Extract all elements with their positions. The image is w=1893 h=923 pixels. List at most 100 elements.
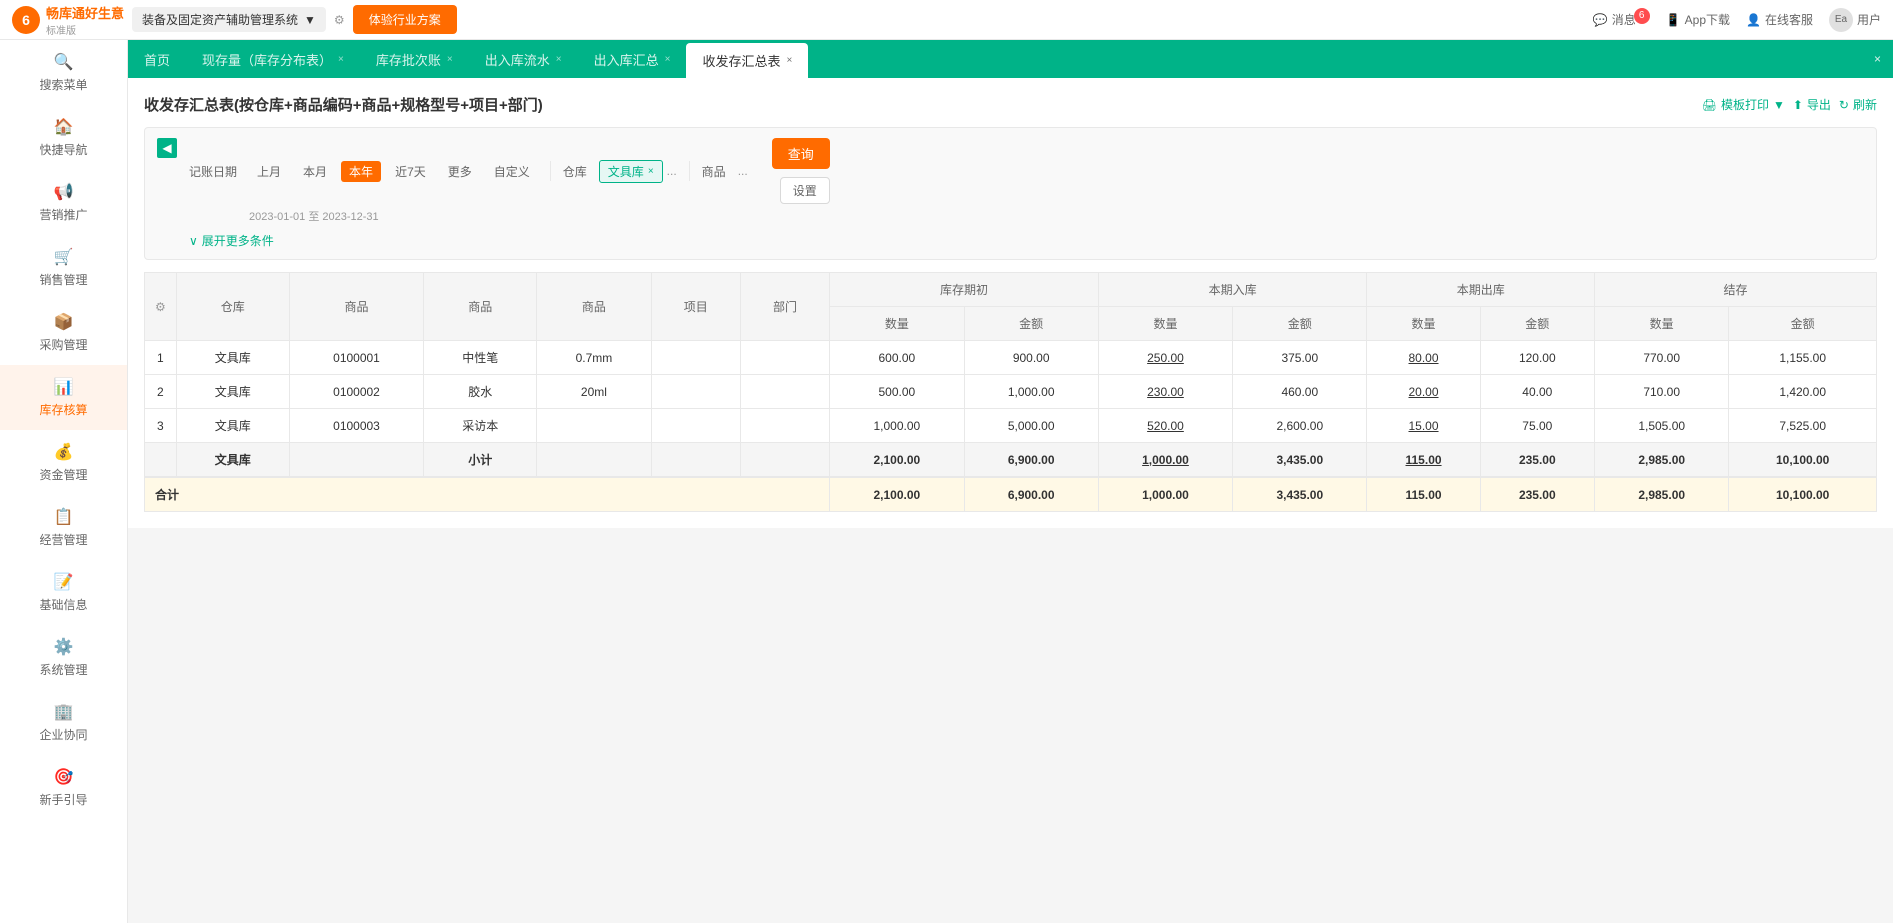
table-row-close-amt: 1,155.00 bbox=[1729, 341, 1877, 375]
total-in-qty: 1,000.00 bbox=[1098, 477, 1232, 512]
experience-button[interactable]: 体验行业方案 bbox=[353, 5, 457, 34]
in-qty-link[interactable]: 1,000.00 bbox=[1142, 453, 1189, 467]
page-title: 收发存汇总表(按仓库+商品编码+商品+规格型号+项目+部门) bbox=[144, 94, 543, 115]
col-header-in-qty: 数量 bbox=[1098, 307, 1232, 341]
refresh-button[interactable]: ↻ 刷新 bbox=[1839, 96, 1877, 113]
warehouse-tag[interactable]: 文具库 × bbox=[599, 160, 663, 183]
sidebar-item-quick-nav[interactable]: 🏠 快捷导航 bbox=[0, 105, 127, 170]
tab-stock-dist-close[interactable]: × bbox=[338, 54, 344, 65]
sidebar-label-enterprise: 企业协同 bbox=[39, 726, 87, 743]
guide-icon: 🎯 bbox=[54, 767, 74, 787]
in-qty-link[interactable]: 520.00 bbox=[1147, 419, 1184, 433]
table-row-dept bbox=[740, 409, 829, 443]
collapse-button[interactable]: ◀ bbox=[157, 138, 177, 158]
tab-bar-close-all[interactable]: × bbox=[1862, 44, 1893, 74]
table-row-open-qty: 1,000.00 bbox=[830, 409, 964, 443]
online-service-label: 在线客服 bbox=[1765, 11, 1813, 28]
out-qty-link[interactable]: 80.00 bbox=[1409, 351, 1439, 365]
date-btn-custom[interactable]: 自定义 bbox=[486, 161, 538, 182]
app-logo: 6 bbox=[12, 6, 40, 34]
online-service-item[interactable]: 👤 在线客服 bbox=[1746, 11, 1813, 28]
date-btn-last-month[interactable]: 上月 bbox=[249, 161, 289, 182]
date-btn-more[interactable]: 更多 bbox=[440, 161, 480, 182]
table-row-open-qty: 600.00 bbox=[830, 341, 964, 375]
sidebar-item-finance[interactable]: 💰 资金管理 bbox=[0, 430, 127, 495]
table-row-dept bbox=[740, 375, 829, 409]
warehouse-tag-label: 文具库 bbox=[608, 163, 644, 180]
export-icon: ⬆ bbox=[1793, 98, 1803, 112]
sidebar-label-quick-nav: 快捷导航 bbox=[39, 141, 87, 158]
purchase-icon: 📦 bbox=[54, 312, 74, 332]
sidebar-item-inventory[interactable]: 📊 库存核算 bbox=[0, 365, 127, 430]
expand-more-btn[interactable]: ∨ 展开更多条件 bbox=[189, 232, 830, 249]
table-row-out-qty[interactable]: 115.00 bbox=[1367, 443, 1480, 478]
gear-icon[interactable]: ⚙ bbox=[334, 13, 345, 27]
print-button[interactable]: 🖨 模板打印 ▼ bbox=[1702, 96, 1785, 113]
tab-in-out-flow-close[interactable]: × bbox=[556, 54, 562, 65]
print-label: 模板打印 bbox=[1721, 96, 1769, 113]
tab-in-out-summary-label: 出入库汇总 bbox=[594, 50, 659, 69]
goods-more[interactable]: ... bbox=[738, 164, 748, 178]
date-btn-7days[interactable]: 近7天 bbox=[387, 161, 434, 182]
in-qty-link[interactable]: 250.00 bbox=[1147, 351, 1184, 365]
date-btn-this-year[interactable]: 本年 bbox=[341, 161, 381, 182]
table-row-in-qty[interactable]: 230.00 bbox=[1098, 375, 1232, 409]
page-actions: 🖨 模板打印 ▼ ⬆ 导出 ↻ 刷新 bbox=[1702, 96, 1877, 113]
in-qty-link[interactable]: 230.00 bbox=[1147, 385, 1184, 399]
out-qty-link[interactable]: 20.00 bbox=[1409, 385, 1439, 399]
inventory-icon: 📊 bbox=[54, 377, 74, 397]
warehouse-tag-remove[interactable]: × bbox=[648, 166, 654, 177]
table-row-in-amt: 375.00 bbox=[1233, 341, 1367, 375]
table-row-out-amt: 120.00 bbox=[1480, 341, 1594, 375]
tab-batch-ledger-label: 库存批次账 bbox=[376, 50, 441, 69]
sidebar-item-search[interactable]: 🔍 搜索菜单 bbox=[0, 40, 127, 105]
filter-bar: ◀ 记账日期 上月 本月 本年 近7天 bbox=[144, 127, 1877, 260]
sales-icon: 🛒 bbox=[54, 247, 74, 267]
export-button[interactable]: ⬆ 导出 bbox=[1793, 96, 1831, 113]
tab-recv-send-summary[interactable]: 收发存汇总表 × bbox=[686, 43, 808, 78]
out-qty-link[interactable]: 15.00 bbox=[1409, 419, 1439, 433]
table-row-out-qty[interactable]: 15.00 bbox=[1367, 409, 1480, 443]
tab-batch-ledger-close[interactable]: × bbox=[447, 54, 453, 65]
message-item[interactable]: 💬 消息 6 bbox=[1593, 11, 1650, 28]
sidebar-item-enterprise[interactable]: 🏢 企业协同 bbox=[0, 690, 127, 755]
table-row-close-qty: 1,505.00 bbox=[1595, 409, 1729, 443]
warehouse-more[interactable]: ... bbox=[667, 164, 677, 178]
sidebar-item-system[interactable]: ⚙️ 系统管理 bbox=[0, 625, 127, 690]
out-qty-link[interactable]: 115.00 bbox=[1406, 453, 1442, 467]
sidebar-item-sales[interactable]: 🛒 销售管理 bbox=[0, 235, 127, 300]
message-label: 消息 bbox=[1612, 11, 1636, 28]
table-row-out-qty[interactable]: 20.00 bbox=[1367, 375, 1480, 409]
table-row-out-qty[interactable]: 80.00 bbox=[1367, 341, 1480, 375]
sidebar-label-search: 搜索菜单 bbox=[39, 76, 87, 93]
tab-in-out-summary[interactable]: 出入库汇总 × bbox=[578, 42, 687, 77]
table-row-in-qty[interactable]: 520.00 bbox=[1098, 409, 1232, 443]
tab-home[interactable]: 首页 bbox=[128, 42, 186, 77]
date-btn-this-month[interactable]: 本月 bbox=[295, 161, 335, 182]
query-button[interactable]: 查询 bbox=[772, 138, 830, 169]
table-row-dept bbox=[740, 443, 829, 478]
tab-in-out-summary-close[interactable]: × bbox=[665, 54, 671, 65]
table-settings-icon[interactable]: ⚙ bbox=[155, 300, 166, 314]
tab-batch-ledger[interactable]: 库存批次账 × bbox=[360, 42, 469, 77]
warehouse-tag-group: 文具库 × ... bbox=[599, 160, 677, 183]
sidebar-item-basic-info[interactable]: 📝 基础信息 bbox=[0, 560, 127, 625]
table-row-in-qty[interactable]: 250.00 bbox=[1098, 341, 1232, 375]
sidebar-item-guide[interactable]: 🎯 新手引导 bbox=[0, 755, 127, 820]
sidebar-item-marketing[interactable]: 📢 营销推广 bbox=[0, 170, 127, 235]
system-selector[interactable]: 装备及固定资产辅助管理系统 ▼ bbox=[132, 7, 326, 32]
col-header-goods-spec: 商品 bbox=[537, 273, 651, 341]
tab-in-out-flow[interactable]: 出入库流水 × bbox=[469, 42, 578, 77]
sidebar-item-operations[interactable]: 📋 经营管理 bbox=[0, 495, 127, 560]
tab-recv-send-summary-close[interactable]: × bbox=[786, 55, 792, 66]
user-item[interactable]: Ea 用户 bbox=[1829, 8, 1881, 32]
system-icon: ⚙️ bbox=[54, 637, 74, 657]
table-row-close-qty: 2,985.00 bbox=[1595, 443, 1729, 478]
settings-button[interactable]: 设置 bbox=[780, 177, 830, 204]
app-download-item[interactable]: 📱 App下载 bbox=[1666, 11, 1730, 28]
tab-stock-dist[interactable]: 现存量（库存分布表） × bbox=[186, 42, 360, 77]
table-row-in-qty[interactable]: 1,000.00 bbox=[1098, 443, 1232, 478]
tab-bar: 首页 现存量（库存分布表） × 库存批次账 × 出入库流水 × 出入库汇总 × bbox=[128, 40, 1893, 78]
sidebar-item-purchase[interactable]: 📦 采购管理 bbox=[0, 300, 127, 365]
print-dropdown-icon: ▼ bbox=[1773, 98, 1785, 112]
